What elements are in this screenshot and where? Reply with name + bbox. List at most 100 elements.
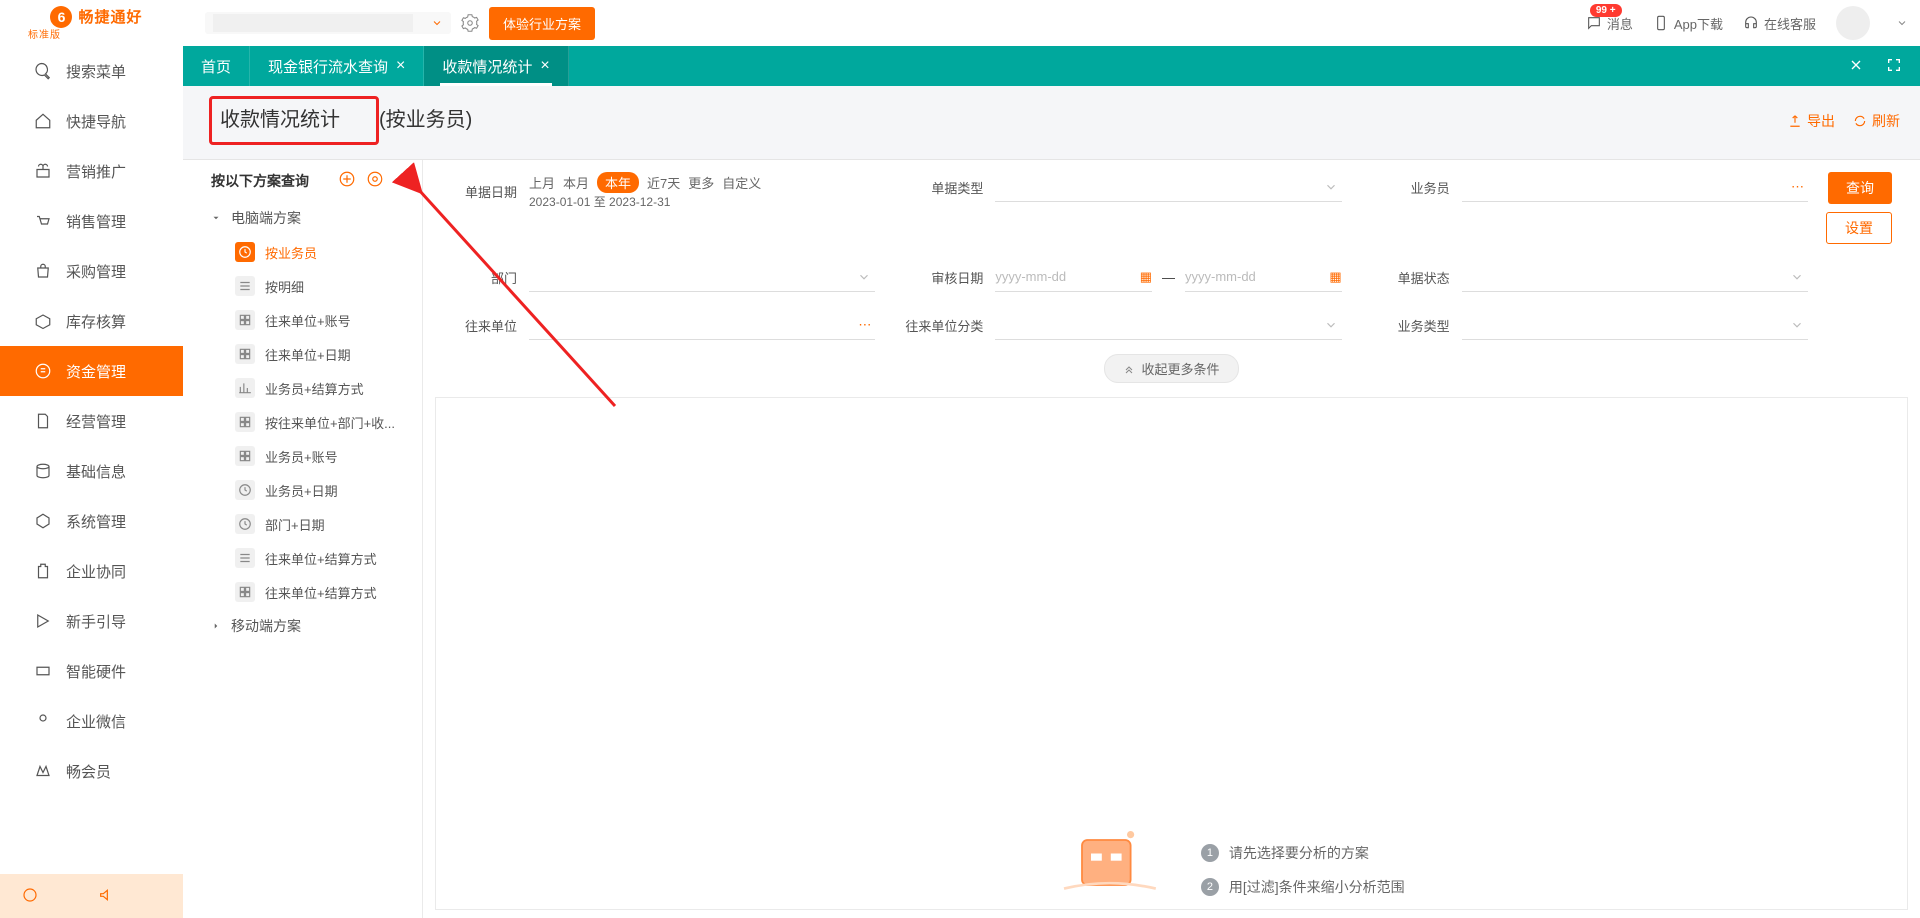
sidebar-item-9[interactable]: 系统管理 xyxy=(0,496,183,546)
coin-icon xyxy=(34,362,52,380)
chevron-double-left-icon xyxy=(394,171,410,187)
field-salesperson[interactable]: 业务员 ⋯ xyxy=(1360,172,1808,202)
field-status[interactable]: 单据状态 xyxy=(1360,262,1808,292)
scheme-group-0[interactable]: 电脑端方案 xyxy=(183,201,422,235)
bag-icon xyxy=(34,262,52,280)
sidebar-item-10[interactable]: 企业协同 xyxy=(0,546,183,596)
sidebar-item-0[interactable]: 搜索菜单 xyxy=(0,46,183,96)
scheme-settings-button[interactable] xyxy=(366,170,384,191)
date-tab-chip[interactable]: 近7天 xyxy=(647,173,680,192)
tab-close-icon[interactable]: × xyxy=(396,57,405,75)
avatar[interactable] xyxy=(1836,6,1870,40)
date-range-text: 2023-01-01 至 2023-12-31 xyxy=(529,193,875,210)
audit-date-from[interactable]: yyyy-mm-dd▦ xyxy=(995,262,1152,292)
gear-circle-icon xyxy=(366,170,384,188)
sidebar-item-13[interactable]: 企业微信 xyxy=(0,696,183,746)
settings-gear-button[interactable] xyxy=(455,8,485,38)
field-vendor[interactable]: 往来单位 ⋯ xyxy=(427,310,875,340)
app-download-button[interactable]: App下载 xyxy=(1653,14,1723,33)
clip-icon xyxy=(34,562,52,580)
sidebar-item-5[interactable]: 库存核算 xyxy=(0,296,183,346)
date-tab-chip[interactable]: 更多 xyxy=(688,173,714,192)
refresh-icon xyxy=(1853,114,1867,128)
scheme-item-5[interactable]: 按往来单位+部门+收... xyxy=(183,405,422,439)
guide-icon xyxy=(34,612,52,630)
add-scheme-button[interactable] xyxy=(338,170,356,191)
page-title-highlight: 收款情况统计 xyxy=(209,96,379,145)
page-title: 收款情况统计 xyxy=(220,103,340,132)
tab-close-all-button[interactable] xyxy=(1848,57,1864,76)
grid-icon xyxy=(235,310,255,330)
org-selector[interactable] xyxy=(205,12,451,34)
sidebar-item-8[interactable]: 基础信息 xyxy=(0,446,183,496)
tab-0[interactable]: 首页 xyxy=(183,46,250,86)
page-title-suffix: (按业务员) xyxy=(379,99,472,142)
footer-gear-icon[interactable] xyxy=(22,887,38,906)
scheme-item-0[interactable]: 按业务员 xyxy=(183,235,422,269)
sidebar-footer xyxy=(0,874,183,918)
tab-1[interactable]: 现金银行流水查询× xyxy=(250,46,424,86)
sidebar-item-12[interactable]: 智能硬件 xyxy=(0,646,183,696)
scheme-item-6[interactable]: 业务员+账号 xyxy=(183,439,422,473)
chevron-down-icon xyxy=(1896,17,1908,29)
tab-2[interactable]: 收款情况统计× xyxy=(424,46,568,86)
date-tab-chip[interactable]: 自定义 xyxy=(722,173,761,192)
bars-icon xyxy=(235,548,255,568)
scheme-item-3[interactable]: 往来单位+日期 xyxy=(183,337,422,371)
file-icon xyxy=(34,412,52,430)
date-tab-chip[interactable]: 本年 xyxy=(597,172,639,193)
grid-icon xyxy=(235,412,255,432)
chevron-down-icon xyxy=(1324,318,1338,332)
scheme-item-4[interactable]: 业务员+结算方式 xyxy=(183,371,422,405)
sidebar-item-4[interactable]: 采购管理 xyxy=(0,246,183,296)
page-content: 收款情况统计 (按业务员) 导出 刷新 按以下方案查询 xyxy=(183,86,1920,918)
footer-sound-icon[interactable] xyxy=(98,887,114,906)
scheme-item-7[interactable]: 业务员+日期 xyxy=(183,473,422,507)
home-icon xyxy=(34,112,52,130)
sidebar-item-2[interactable]: 营销推广 xyxy=(0,146,183,196)
collapse-panel-button[interactable] xyxy=(394,171,410,190)
service-button[interactable]: 在线客服 xyxy=(1743,14,1816,33)
left-sidebar: 搜索菜单快捷导航营销推广销售管理采购管理库存核算资金管理经营管理基础信息系统管理… xyxy=(0,46,183,918)
scheme-item-8[interactable]: 部门+日期 xyxy=(183,507,422,541)
audit-date-to[interactable]: yyyy-mm-dd▦ xyxy=(1185,262,1342,292)
message-button[interactable]: 99 + 消息 xyxy=(1586,14,1633,33)
field-biz-type[interactable]: 业务类型 xyxy=(1360,310,1808,340)
grid-icon xyxy=(235,344,255,364)
clock-icon xyxy=(235,480,255,500)
sidebar-item-6[interactable]: 资金管理 xyxy=(0,346,183,396)
scheme-item-10[interactable]: 往来单位+结算方式 xyxy=(183,575,422,609)
result-area: 1请先选择要分析的方案 2用[过滤]条件来缩小分析范围 xyxy=(435,397,1908,910)
date-tab-chip[interactable]: 本月 xyxy=(563,173,589,192)
refresh-button[interactable]: 刷新 xyxy=(1853,111,1900,131)
field-doc-type[interactable]: 单据类型 xyxy=(893,172,1341,202)
scheme-panel-title: 按以下方案查询 xyxy=(211,171,309,191)
caret-right-icon xyxy=(211,621,221,631)
sidebar-item-14[interactable]: 畅会员 xyxy=(0,746,183,796)
tab-close-icon[interactable]: × xyxy=(540,57,549,75)
experience-button[interactable]: 体验行业方案 xyxy=(489,7,595,40)
scheme-item-2[interactable]: 往来单位+账号 xyxy=(183,303,422,337)
collapse-conditions-button[interactable]: 收起更多条件 xyxy=(1104,354,1238,383)
scheme-item-1[interactable]: 按明细 xyxy=(183,269,422,303)
service-text: 在线客服 xyxy=(1764,14,1816,33)
sidebar-item-1[interactable]: 快捷导航 xyxy=(0,96,183,146)
query-button[interactable]: 查询 xyxy=(1828,172,1892,204)
fullscreen-button[interactable] xyxy=(1886,57,1902,76)
bars-icon xyxy=(235,276,255,296)
chat-icon xyxy=(1586,15,1602,31)
scheme-item-9[interactable]: 往来单位+结算方式 xyxy=(183,541,422,575)
sidebar-item-7[interactable]: 经营管理 xyxy=(0,396,183,446)
phone-icon xyxy=(1653,15,1669,31)
sidebar-item-3[interactable]: 销售管理 xyxy=(0,196,183,246)
brand-name: 畅捷通好 xyxy=(78,6,142,27)
scheme-group-1[interactable]: 移动端方案 xyxy=(183,609,422,643)
sidebar-item-11[interactable]: 新手引导 xyxy=(0,596,183,646)
step-2-text: 用[过滤]条件来缩小分析范围 xyxy=(1229,877,1405,897)
date-tab-chip[interactable]: 上月 xyxy=(529,173,555,192)
box-icon xyxy=(34,312,52,330)
export-button[interactable]: 导出 xyxy=(1788,111,1835,131)
setting-button[interactable]: 设置 xyxy=(1826,212,1892,244)
field-vendor-category[interactable]: 往来单位分类 xyxy=(893,310,1341,340)
field-dept[interactable]: 部门 xyxy=(427,262,875,292)
